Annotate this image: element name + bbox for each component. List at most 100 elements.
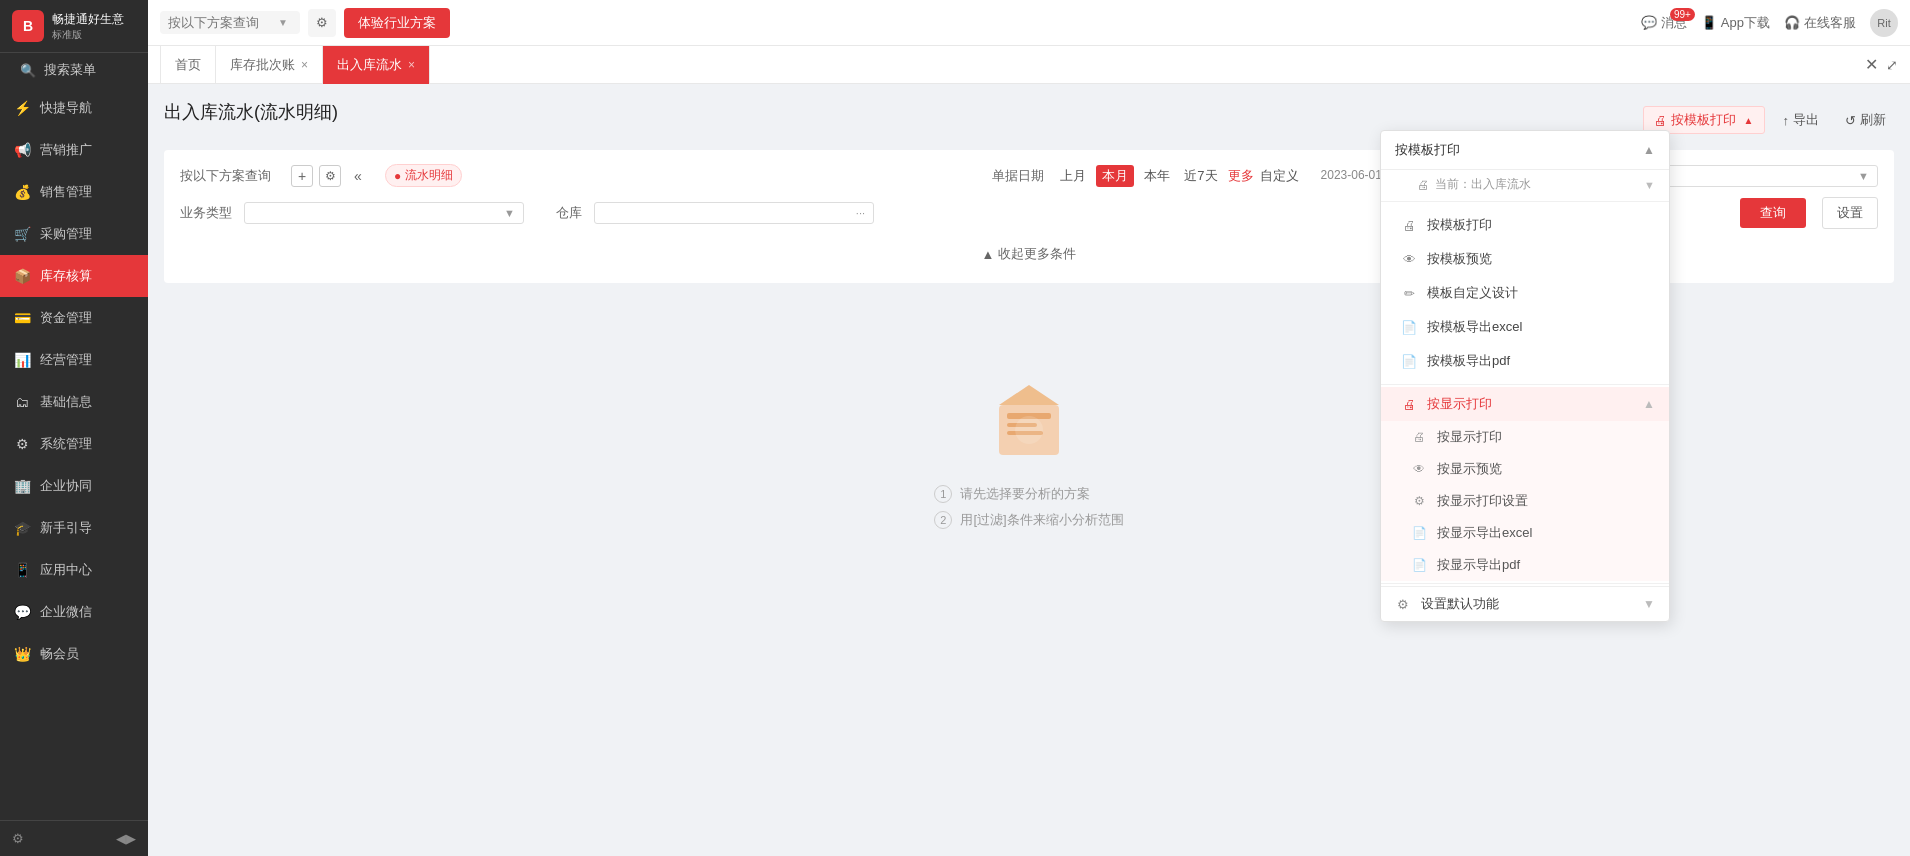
display-section-arrow: ▲	[1643, 397, 1655, 411]
export-button[interactable]: ↑ 导出	[1775, 107, 1828, 133]
sidebar-item-finance[interactable]: 💳 资金管理	[0, 297, 148, 339]
template-custom-icon: ✏	[1401, 285, 1417, 301]
empty-illustration	[979, 375, 1079, 465]
nav-icon-marketing: 📢	[12, 140, 32, 160]
search-input-wrap[interactable]: ▼	[160, 11, 300, 34]
warehouse-select[interactable]: ···	[594, 202, 874, 224]
sidebar-item-purchase[interactable]: 🛒 采购管理	[0, 213, 148, 255]
gear-button[interactable]: ⚙	[308, 9, 336, 37]
divider-3	[1381, 583, 1669, 584]
warehouse-more-icon: ···	[856, 207, 865, 219]
sidebar-item-enterprise[interactable]: 🏢 企业协同	[0, 465, 148, 507]
topbar-right: 💬 消息 99+ 📱 App下载 🎧 在线客服 Rit	[1641, 9, 1898, 37]
display-export-pdf-item[interactable]: 📄 按显示导出pdf	[1381, 549, 1669, 581]
filter-tags: ● 流水明细	[385, 164, 462, 187]
chevron-up-icon: ▲	[982, 247, 995, 262]
template-print-item[interactable]: 🖨 按模板打印	[1381, 208, 1669, 242]
tabbar: 首页 库存批次账 × 出入库流水 × ✕ ⤢	[148, 46, 1910, 84]
app-download-button[interactable]: 📱 App下载	[1701, 14, 1770, 32]
online-service-button[interactable]: 🎧 在线客服	[1784, 14, 1856, 32]
sidebar-item-marketing[interactable]: 📢 营销推广	[0, 129, 148, 171]
user-avatar[interactable]: Rit	[1870, 9, 1898, 37]
sidebar-item-operations[interactable]: 📊 经营管理	[0, 339, 148, 381]
logo-area: B 畅捷通好生意 标准版	[0, 0, 148, 53]
svg-point-5	[1015, 416, 1043, 444]
filter-tag-flow[interactable]: ● 流水明细	[385, 164, 462, 187]
sidebar-item-quick-nav[interactable]: ⚡ 快捷导航	[0, 87, 148, 129]
sidebar-collapse-btn[interactable]: ◀▶	[116, 831, 136, 846]
nav-icon-quick: ⚡	[12, 98, 32, 118]
date-opt-more[interactable]: 更多	[1228, 167, 1254, 185]
refresh-button[interactable]: ↺ 刷新	[1837, 107, 1894, 133]
print-chevron-up-icon: ▲	[1744, 115, 1754, 126]
dropdown-header: 按模板打印 ▲	[1381, 131, 1669, 170]
nav-icon-basic: 🗂	[12, 392, 32, 412]
headset-icon: 🎧	[1784, 15, 1800, 30]
refresh-icon: ↺	[1845, 113, 1856, 128]
nav-icon-sales: 💰	[12, 182, 32, 202]
tab-batch[interactable]: 库存批次账 ×	[216, 46, 323, 84]
sidebar-footer: ⚙ ◀▶	[0, 820, 148, 856]
divider-1	[1381, 201, 1669, 202]
biz-type-select[interactable]: ▼	[244, 202, 524, 224]
tab-flow-close[interactable]: ×	[408, 58, 415, 72]
nav-icon-wechat: 💬	[12, 602, 32, 622]
template-export-pdf-item[interactable]: 📄 按模板导出pdf	[1381, 344, 1669, 378]
sidebar-item-wechat[interactable]: 💬 企业微信	[0, 591, 148, 633]
display-preview-icon: 👁	[1411, 461, 1427, 477]
phone-icon: 📱	[1701, 15, 1717, 30]
filter-settings-btn[interactable]: 设置	[1822, 197, 1878, 229]
template-preview-item[interactable]: 👁 按模板预览	[1381, 242, 1669, 276]
filter-add-button[interactable]: +	[291, 165, 313, 187]
tabbar-close-button[interactable]: ✕	[1865, 55, 1878, 74]
filter-collapse-button[interactable]: «	[347, 165, 369, 187]
tab-batch-close[interactable]: ×	[301, 58, 308, 72]
sidebar-search-menu[interactable]: 🔍 搜索菜单	[0, 53, 148, 87]
nav-icon-operations: 📊	[12, 350, 32, 370]
message-button[interactable]: 💬 消息 99+	[1641, 14, 1687, 32]
template-export-excel-item[interactable]: 📄 按模板导出excel	[1381, 310, 1669, 344]
sidebar-item-member[interactable]: 👑 畅会员	[0, 633, 148, 675]
date-opt-this-month[interactable]: 本月	[1096, 165, 1134, 187]
search-button[interactable]: 查询	[1740, 198, 1806, 228]
tabbar-expand-button[interactable]: ⤢	[1886, 57, 1898, 73]
display-print-section-header[interactable]: 🖨 按显示打印 ▲	[1381, 387, 1669, 421]
topbar-search-input[interactable]	[168, 15, 278, 30]
template-custom-item[interactable]: ✏ 模板自定义设计	[1381, 276, 1669, 310]
sidebar-item-guide[interactable]: 🎓 新手引导	[0, 507, 148, 549]
tab-home[interactable]: 首页	[160, 46, 216, 84]
search-chevron-icon: ▼	[278, 17, 288, 28]
sidebar-item-apps[interactable]: 📱 应用中心	[0, 549, 148, 591]
industry-solution-button[interactable]: 体验行业方案	[344, 8, 450, 38]
tab-flow[interactable]: 出入库流水 ×	[323, 46, 430, 84]
nav-icon-inventory: 📦	[12, 266, 32, 286]
display-print-item[interactable]: 🖨 按显示打印	[1381, 421, 1669, 453]
date-opt-custom[interactable]: 自定义	[1260, 167, 1299, 185]
date-opt-this-year[interactable]: 本年	[1140, 165, 1174, 187]
sidebar-item-inventory[interactable]: 📦 库存核算	[0, 255, 148, 297]
biz-type-label: 业务类型	[180, 204, 232, 222]
current-label: 当前：出入库流水	[1435, 176, 1531, 193]
dropdown-collapse-icon[interactable]: ▲	[1643, 143, 1655, 157]
display-print-settings-item[interactable]: ⚙ 按显示打印设置	[1381, 485, 1669, 517]
display-export-excel-item[interactable]: 📄 按显示导出excel	[1381, 517, 1669, 549]
nav-icon-purchase: 🛒	[12, 224, 32, 244]
display-preview-item[interactable]: 👁 按显示预览	[1381, 453, 1669, 485]
dropdown-current-row: 🖨 当前：出入库流水 ▼	[1381, 170, 1669, 199]
template-pdf-icon: 📄	[1401, 353, 1417, 369]
sidebar-item-basic-info[interactable]: 🗂 基础信息	[0, 381, 148, 423]
date-opt-last-7days[interactable]: 近7天	[1180, 165, 1221, 187]
sidebar-item-sales[interactable]: 💰 销售管理	[0, 171, 148, 213]
date-opt-last-month[interactable]: 上月	[1056, 165, 1090, 187]
footer-arrow-icon: ▼	[1643, 597, 1655, 611]
printer-icon: 🖨	[1654, 113, 1667, 128]
sidebar-settings-btn[interactable]: ⚙	[12, 831, 24, 846]
logo-text: 畅捷通好生意 标准版	[52, 11, 124, 42]
sidebar-nav: ⚡ 快捷导航 📢 营销推广 💰 销售管理 🛒 采购管理 📦 库存核算 💳 资金管…	[0, 87, 148, 820]
filter-settings-button[interactable]: ⚙	[319, 165, 341, 187]
sidebar-item-system[interactable]: ⚙ 系统管理	[0, 423, 148, 465]
svg-marker-4	[999, 385, 1059, 405]
set-default-button[interactable]: ⚙ 设置默认功能 ▼	[1381, 586, 1669, 621]
step-2: 2 用[过滤]条件来缩小分析范围	[934, 507, 1123, 533]
display-settings-icon: ⚙	[1411, 493, 1427, 509]
